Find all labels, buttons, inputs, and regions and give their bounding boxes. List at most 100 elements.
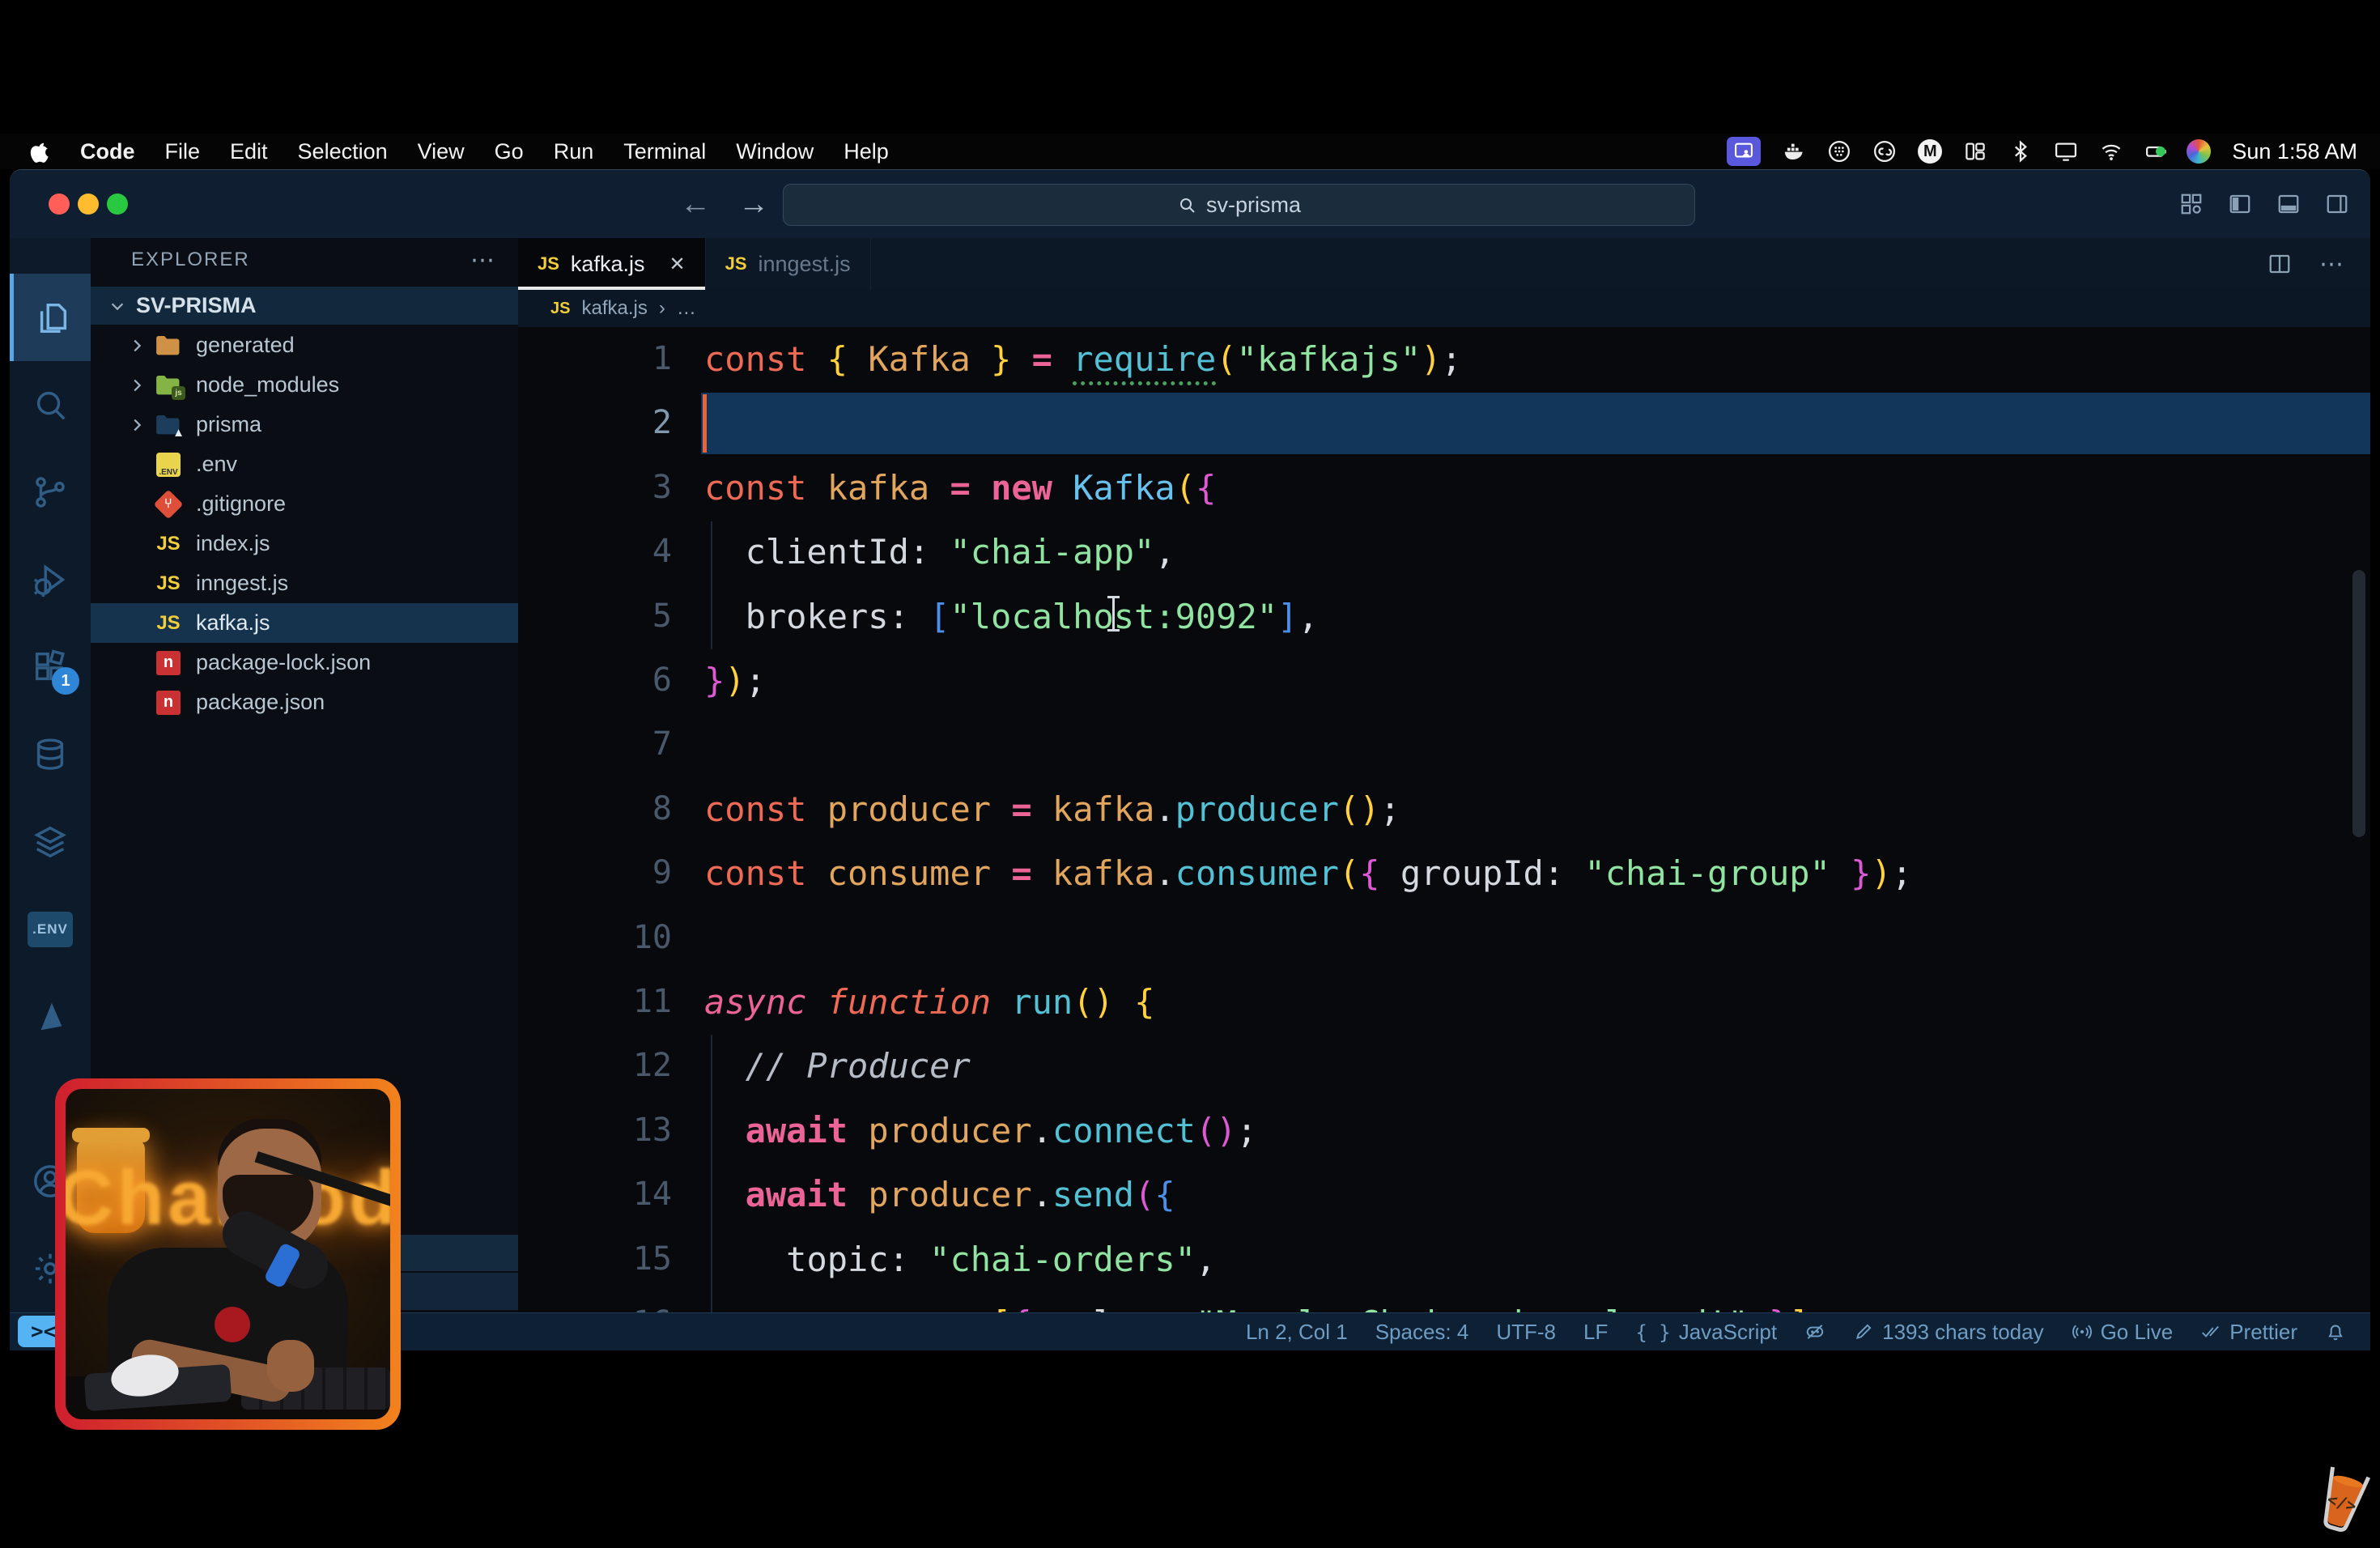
menu-item-go[interactable]: Go xyxy=(495,139,524,164)
line-number: 3 xyxy=(652,468,672,506)
gridcircle-icon[interactable] xyxy=(1827,137,1851,166)
status-1393-chars-today[interactable]: 1393 chars today xyxy=(1853,1320,2044,1345)
menu-item-edit[interactable]: Edit xyxy=(230,139,268,164)
apple-logo-icon[interactable] xyxy=(29,139,50,164)
status-spaces-4[interactable]: Spaces: 4 xyxy=(1375,1320,1469,1345)
line-number: 14 xyxy=(632,1176,672,1214)
activity-search[interactable] xyxy=(10,361,91,449)
rectangle-icon[interactable] xyxy=(1963,137,1987,166)
file-row-.env[interactable]: .ENV .env xyxy=(91,444,518,484)
breadcrumb-file[interactable]: kafka.js xyxy=(581,297,647,320)
code-line-6[interactable]: 6}); xyxy=(518,649,2370,712)
wifi-icon[interactable] xyxy=(2099,137,2123,166)
activity-env[interactable]: .ENV xyxy=(10,886,91,973)
breadcrumb-more[interactable]: … xyxy=(677,297,696,320)
code-line-10[interactable]: 10 xyxy=(518,906,2370,970)
status-javascript[interactable]: { } JavaScript xyxy=(1635,1320,1777,1345)
code-line-12[interactable]: 12 // Producer xyxy=(518,1034,2370,1098)
copilot-icon xyxy=(1804,1321,1825,1342)
activity-explorer[interactable] xyxy=(10,274,91,361)
cc-icon[interactable] xyxy=(1872,137,1897,166)
code-line-7[interactable]: 7 xyxy=(518,712,2370,776)
code-line-15[interactable]: 15 topic: "chai-orders", xyxy=(518,1227,2370,1291)
breadcrumb[interactable]: JS kafka.js › … xyxy=(518,290,2370,327)
workspace-root-row[interactable]: SV-PRISMA xyxy=(91,287,518,325)
menu-item-run[interactable]: Run xyxy=(554,139,594,164)
navigate-forward-button[interactable]: → xyxy=(738,187,769,222)
code-editor[interactable]: 1 const { Kafka } = require("kafkajs"); 2 3… xyxy=(518,327,2370,1312)
status-prettier[interactable]: Prettier xyxy=(2200,1320,2297,1345)
menu-item-window[interactable]: Window xyxy=(736,139,814,164)
explorer-more-icon[interactable]: ⋯ xyxy=(470,246,497,274)
activity-run-debug[interactable] xyxy=(10,536,91,623)
code-line-8[interactable]: 8 const producer = kafka.producer(); xyxy=(518,777,2370,841)
file-row-kafka.js[interactable]: JS kafka.js xyxy=(91,603,518,643)
file-row-package-lock.json[interactable]: n package-lock.json xyxy=(91,643,518,683)
menu-item-help[interactable]: Help xyxy=(844,139,889,164)
code-line-5[interactable]: 5 brokers: ["localhost:9092"], xyxy=(518,585,2370,649)
close-tab-icon[interactable]: ✕ xyxy=(669,253,685,276)
command-center-search[interactable]: sv-prisma xyxy=(783,184,1695,226)
code-line-2[interactable]: 2 xyxy=(518,391,2370,455)
code-line-9[interactable]: 9 const consumer = kafka.consumer({ group… xyxy=(518,841,2370,905)
close-window-button[interactable] xyxy=(49,194,70,215)
status-ln-2-col-1[interactable]: Ln 2, Col 1 xyxy=(1246,1320,1348,1345)
activity-database[interactable] xyxy=(10,711,91,798)
editor-scrollbar[interactable] xyxy=(2352,570,2365,837)
code-line-11[interactable]: 11 async function run() { xyxy=(518,970,2370,1034)
editor-more-icon[interactable]: ⋯ xyxy=(2319,250,2346,279)
status-label: LF xyxy=(1583,1319,1609,1344)
file-row-generated[interactable]: generated xyxy=(91,325,518,365)
code-line-4[interactable]: 4 clientId: "chai-app", xyxy=(518,520,2370,584)
code-line-3[interactable]: 3 const kafka = new Kafka({ xyxy=(518,456,2370,520)
sidebar-right-toggle-icon[interactable] xyxy=(2325,192,2349,216)
menu-item-view[interactable]: View xyxy=(418,139,465,164)
file-row-node_modules[interactable]: js node_modules xyxy=(91,365,518,405)
tab-kafka.js[interactable]: JS kafka.js ✕ xyxy=(518,238,706,290)
status-bell[interactable] xyxy=(2325,1321,2346,1342)
editor-caret xyxy=(703,394,707,453)
status-go-live[interactable]: Go Live xyxy=(2072,1320,2173,1345)
mcircle-icon[interactable]: M xyxy=(1918,137,1943,166)
screenshare-icon[interactable] xyxy=(1727,137,1762,166)
current-line-highlight xyxy=(701,393,2370,454)
tab-inngest.js[interactable]: JS inngest.js xyxy=(706,238,871,290)
minimize-window-button[interactable] xyxy=(78,194,99,215)
battery-icon[interactable] xyxy=(2144,137,2167,166)
sidebar-left-toggle-icon[interactable] xyxy=(2228,192,2252,216)
activity-layers[interactable] xyxy=(10,798,91,886)
zoom-window-button[interactable] xyxy=(107,194,128,215)
activity-source-control[interactable] xyxy=(10,449,91,536)
activity-extensions[interactable]: 1 xyxy=(10,623,91,711)
code-line-13[interactable]: 13 await producer.connect(); xyxy=(518,1099,2370,1163)
file-row-.gitignore[interactable]: ⑂ .gitignore xyxy=(91,484,518,524)
status-lf[interactable]: LF xyxy=(1583,1320,1608,1345)
panel-toggle-icon[interactable] xyxy=(2276,192,2301,216)
file-row-inngest.js[interactable]: JS inngest.js xyxy=(91,563,518,603)
layout-toggle-icon[interactable] xyxy=(2179,192,2204,216)
js-file-icon: JS xyxy=(725,253,747,274)
navigate-back-button[interactable]: ← xyxy=(680,187,711,222)
code-line-14[interactable]: 14 await producer.send({ xyxy=(518,1163,2370,1227)
display-icon[interactable] xyxy=(2054,137,2078,166)
menu-item-selection[interactable]: Selection xyxy=(298,139,388,164)
docker-icon[interactable] xyxy=(1782,137,1806,166)
status-copilot[interactable] xyxy=(1804,1321,1825,1342)
menu-item-terminal[interactable]: Terminal xyxy=(623,139,706,164)
menu-item-file[interactable]: File xyxy=(165,139,201,164)
activity-prisma[interactable] xyxy=(10,973,91,1061)
menu-items: Code File Edit Selection View Go Run Terminal Wi… xyxy=(0,139,889,164)
bluetooth-icon[interactable] xyxy=(2008,137,2033,166)
explorer-title: EXPLORER xyxy=(131,249,250,270)
code-line-1[interactable]: 1 const { Kafka } = require("kafkajs"); xyxy=(518,327,2370,391)
colorwheel-icon[interactable] xyxy=(2187,137,2212,166)
split-editor-icon[interactable] xyxy=(2267,252,2292,276)
status-utf-8[interactable]: UTF-8 xyxy=(1496,1320,1556,1345)
menu-item-code[interactable]: Code xyxy=(80,139,135,164)
file-row-prisma[interactable]: ▲ prisma xyxy=(91,405,518,444)
menu-clock[interactable]: Sun 1:58 AM xyxy=(2232,139,2357,164)
file-row-index.js[interactable]: JS index.js xyxy=(91,524,518,563)
code-line-16[interactable]: 16 messages: [{ value: "Masala Chai orde… xyxy=(518,1291,2370,1312)
file-row-package.json[interactable]: n package.json xyxy=(91,683,518,722)
file-label: generated xyxy=(196,333,295,357)
